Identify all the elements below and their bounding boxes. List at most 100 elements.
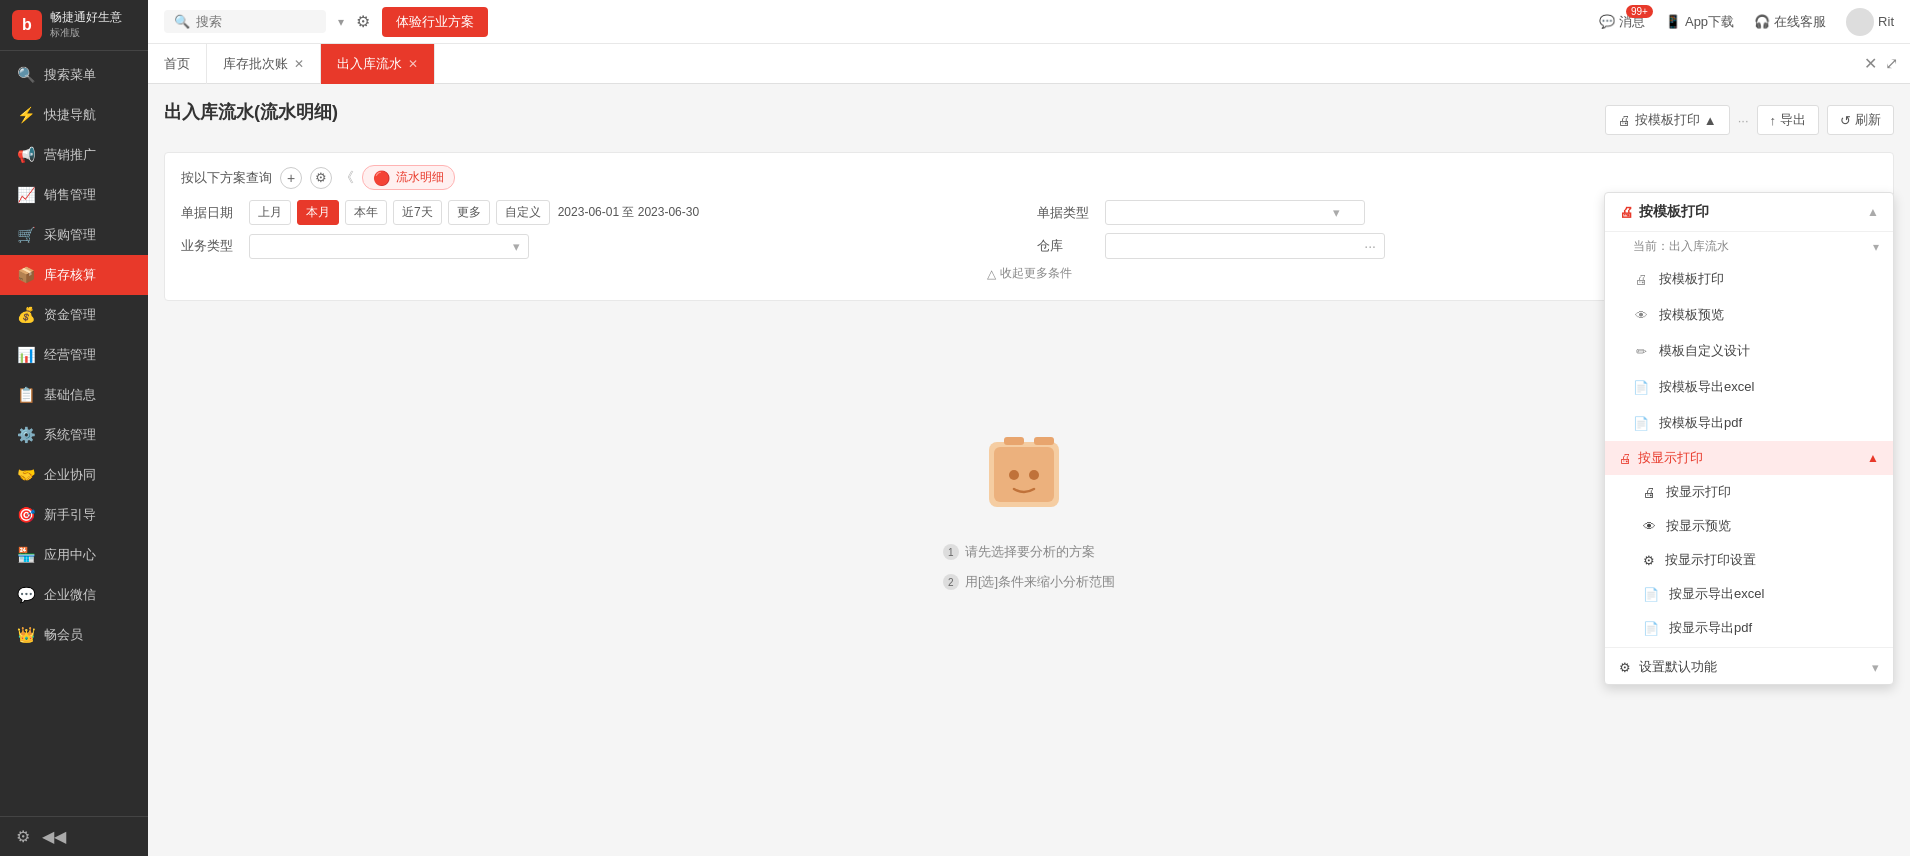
more-options-icon[interactable]: ··· [1738,113,1749,128]
dp-sub-item-display-excel[interactable]: 📄 按显示导出excel [1605,577,1893,611]
tab-batch-close[interactable]: ✕ [294,57,304,71]
sidebar-label-search: 搜索菜单 [44,66,96,84]
filter-date-label: 单据日期 [181,204,241,222]
content-area: 出入库流水(流水明细) 🖨 按模板打印 ▲ ··· ↑ 导出 ↺ 刷新 [148,84,1910,856]
finance-icon: 💰 [16,305,36,325]
sidebar-item-purchase[interactable]: 🛒 采购管理 [0,215,148,255]
dp-item-template-custom[interactable]: ✏ 模板自定义设计 [1605,333,1893,369]
date-btn-more[interactable]: 更多 [448,200,490,225]
svg-point-2 [1009,470,1019,480]
wechat-icon: 💬 [16,585,36,605]
dp-header-arrow[interactable]: ▲ [1867,205,1879,219]
sidebar-item-finance[interactable]: 💰 资金管理 [0,295,148,335]
guide-icon: 🎯 [16,505,36,525]
dp-item-template-pdf[interactable]: 📄 按模板导出pdf [1605,405,1893,441]
dp-section-label: 🖨 按显示打印 [1619,449,1703,467]
dp-current-arrow[interactable]: ▾ [1873,240,1879,254]
filter-voucher-select[interactable]: ▾ [1105,200,1365,225]
sidebar-item-guide[interactable]: 🎯 新手引导 [0,495,148,535]
tab-flow-close[interactable]: ✕ [408,57,418,71]
messages-button[interactable]: 💬 消息 99+ [1599,13,1645,31]
svg-rect-5 [1034,437,1054,445]
sidebar-bottom: ⚙ ◀◀ [0,816,148,856]
filter-tag[interactable]: 🔴 流水明细 [362,165,455,190]
dp-footer-item[interactable]: ⚙ 设置默认功能 ▾ [1605,650,1893,684]
dp-sub-display-print-label: 按显示打印 [1666,483,1731,501]
filter-business-input[interactable]: ▾ [249,234,529,259]
filter-gear-button[interactable]: ⚙ [310,167,332,189]
dp-sub-item-display-print[interactable]: 🖨 按显示打印 [1605,475,1893,509]
tab-flow[interactable]: 出入库流水 ✕ [321,44,435,84]
dp-section-display[interactable]: 🖨 按显示打印 ▲ [1605,441,1893,475]
messages-badge: 99+ [1626,5,1653,18]
dp-item-template-preview[interactable]: 👁 按模板预览 [1605,297,1893,333]
content-toolbar: 🖨 按模板打印 ▲ ··· ↑ 导出 ↺ 刷新 [1605,105,1894,135]
export-button[interactable]: ↑ 导出 [1757,105,1820,135]
refresh-label: 刷新 [1855,111,1881,129]
date-btn-7days[interactable]: 近7天 [393,200,442,225]
sidebar-label-system: 系统管理 [44,426,96,444]
search-box[interactable]: 🔍 [164,10,326,33]
app-download-label: App下载 [1685,13,1734,31]
app-logo: b 畅捷通好生意 标准版 [0,0,148,51]
filter-voucher-label: 单据类型 [1037,204,1097,222]
tabbar-right: ✕ ⤢ [1852,54,1910,73]
date-btn-this-month[interactable]: 本月 [297,200,339,225]
dp-item-template-print[interactable]: 🖨 按模板打印 [1605,261,1893,297]
sidebar-label-corp: 企业协同 [44,466,96,484]
filter-warehouse-input[interactable]: ··· [1105,233,1385,259]
settings-bottom-icon[interactable]: ⚙ [16,827,30,846]
date-btn-custom[interactable]: 自定义 [496,200,550,225]
app-download-button[interactable]: 📱 App下载 [1665,13,1734,31]
dp-item-template-custom-label: 模板自定义设计 [1659,342,1750,360]
tab-expand-button[interactable]: ⤢ [1885,54,1898,73]
topbar: 🔍 ▾ ⚙ 体验行业方案 💬 消息 99+ 📱 App下载 🎧 在线客服 Rit [148,0,1910,44]
search-chevron-icon[interactable]: ▾ [338,15,344,29]
warehouse-more-icon[interactable]: ··· [1364,238,1376,254]
export-label: 导出 [1780,111,1806,129]
sidebar-item-corp[interactable]: 🤝 企业协同 [0,455,148,495]
date-btn-this-year[interactable]: 本年 [345,200,387,225]
dp-item-template-excel[interactable]: 📄 按模板导出excel [1605,369,1893,405]
dp-sub-item-display-pdf[interactable]: 📄 按显示导出pdf [1605,611,1893,645]
user-name: Rit [1878,14,1894,29]
dp-section-print-icon: 🖨 [1619,451,1632,466]
date-btn-last-month[interactable]: 上月 [249,200,291,225]
sidebar-item-shortcut[interactable]: ⚡ 快捷导航 [0,95,148,135]
filter-warehouse-label: 仓库 [1037,237,1097,255]
tab-close-all-button[interactable]: ✕ [1864,54,1877,73]
dp-sub-display-settings-label: 按显示打印设置 [1665,551,1756,569]
dp-section-arrow[interactable]: ▲ [1867,451,1879,465]
search-input[interactable] [196,14,316,29]
topbar-gear-icon[interactable]: ⚙ [356,12,370,31]
sidebar-label-appstore: 应用中心 [44,546,96,564]
message-icon: 💬 [1599,14,1615,29]
sidebar-item-operation[interactable]: 📊 经营管理 [0,335,148,375]
sidebar-item-marketing[interactable]: 📢 营销推广 [0,135,148,175]
filter-collapse-icon[interactable]: 《 [340,169,354,187]
trial-button[interactable]: 体验行业方案 [382,7,488,37]
sidebar-label-purchase: 采购管理 [44,226,96,244]
tab-batch[interactable]: 库存批次账 ✕ [207,44,321,84]
sidebar-item-wechat[interactable]: 💬 企业微信 [0,575,148,615]
filter-add-button[interactable]: + [280,167,302,189]
tab-home[interactable]: 首页 [148,44,207,84]
sidebar-item-appstore[interactable]: 🏪 应用中心 [0,535,148,575]
sidebar-item-sales[interactable]: 📈 销售管理 [0,175,148,215]
sidebar-item-search[interactable]: 🔍 搜索菜单 [0,55,148,95]
sidebar-item-member[interactable]: 👑 畅会员 [0,615,148,655]
sidebar-item-basic[interactable]: 📋 基础信息 [0,375,148,415]
sidebar-item-inventory[interactable]: 📦 库存核算 [0,255,148,295]
template-print-button[interactable]: 🖨 按模板打印 ▲ [1605,105,1730,135]
user-profile[interactable]: Rit [1846,8,1894,36]
dp-current: 当前：出入库流水 ▾ [1605,232,1893,261]
refresh-button[interactable]: ↺ 刷新 [1827,105,1894,135]
customer-service-button[interactable]: 🎧 在线客服 [1754,13,1826,31]
appstore-icon: 🏪 [16,545,36,565]
dp-sub-item-display-preview[interactable]: 👁 按显示预览 [1605,509,1893,543]
dp-sub-item-display-settings[interactable]: ⚙ 按显示打印设置 [1605,543,1893,577]
sidebar-item-system[interactable]: ⚙️ 系统管理 [0,415,148,455]
collapse-sidebar-icon[interactable]: ◀◀ [42,827,66,846]
dp-sub-settings-icon: ⚙ [1643,553,1655,568]
sidebar: b 畅捷通好生意 标准版 🔍 搜索菜单 ⚡ 快捷导航 📢 营销推广 📈 销售管理… [0,0,148,856]
